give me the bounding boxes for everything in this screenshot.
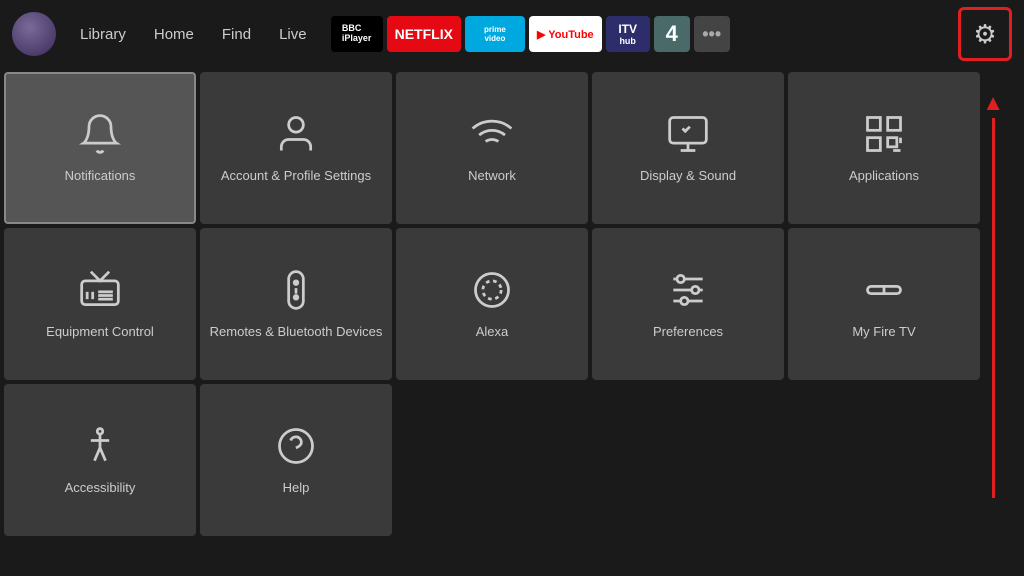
tile-remotes-bluetooth[interactable]: Remotes & Bluetooth Devices bbox=[200, 228, 392, 380]
nav-home[interactable]: Home bbox=[142, 20, 206, 49]
tile-notifications-label: Notifications bbox=[65, 168, 136, 185]
nav-live[interactable]: Live bbox=[267, 20, 319, 49]
app-more[interactable]: ••• bbox=[694, 16, 730, 52]
nav-links: Library Home Find Live bbox=[68, 20, 319, 49]
avatar[interactable] bbox=[12, 12, 56, 56]
tile-help-label: Help bbox=[283, 480, 310, 497]
tile-equipment-label: Equipment Control bbox=[46, 324, 154, 341]
tile-help[interactable]: Help bbox=[200, 384, 392, 536]
nav-apps: BBCiPlayer NETFLIX primevideo ▶ YouTube … bbox=[331, 16, 950, 52]
tile-applications-label: Applications bbox=[849, 168, 919, 185]
settings-button[interactable]: ⚙ bbox=[958, 7, 1012, 61]
wifi-icon bbox=[470, 112, 514, 156]
tile-my-fire-tv[interactable]: My Fire TV bbox=[788, 228, 980, 380]
tile-network[interactable]: Network bbox=[396, 72, 588, 224]
arrow-up-icon: ▲ bbox=[982, 90, 1004, 116]
app-youtube[interactable]: ▶ YouTube bbox=[529, 16, 602, 52]
tile-preferences[interactable]: Preferences bbox=[592, 228, 784, 380]
apps-icon bbox=[862, 112, 906, 156]
remote-icon bbox=[274, 268, 318, 312]
tile-remotes-label: Remotes & Bluetooth Devices bbox=[210, 324, 383, 341]
gear-icon: ⚙ bbox=[973, 19, 996, 50]
app-bbc[interactable]: BBCiPlayer bbox=[331, 16, 383, 52]
tile-notifications[interactable]: Notifications bbox=[4, 72, 196, 224]
display-icon bbox=[666, 112, 710, 156]
tile-display-sound[interactable]: Display & Sound bbox=[592, 72, 784, 224]
person-icon bbox=[274, 112, 318, 156]
tile-network-label: Network bbox=[468, 168, 516, 185]
sliders-icon bbox=[666, 268, 710, 312]
settings-grid: Notifications Account & Profile Settings… bbox=[0, 68, 980, 540]
app-prime[interactable]: primevideo bbox=[465, 16, 525, 52]
tile-preferences-label: Preferences bbox=[653, 324, 723, 341]
scroll-indicator: ▲ bbox=[982, 90, 1004, 498]
tile-accessibility[interactable]: Accessibility bbox=[4, 384, 196, 536]
nav-library[interactable]: Library bbox=[68, 20, 138, 49]
tile-display-label: Display & Sound bbox=[640, 168, 736, 185]
app-netflix[interactable]: NETFLIX bbox=[387, 16, 461, 52]
nav-find[interactable]: Find bbox=[210, 20, 263, 49]
tile-account-profile[interactable]: Account & Profile Settings bbox=[200, 72, 392, 224]
app-itv[interactable]: ITVhub bbox=[606, 16, 650, 52]
tile-applications[interactable]: Applications bbox=[788, 72, 980, 224]
tile-alexa-label: Alexa bbox=[476, 324, 509, 341]
bell-icon bbox=[78, 112, 122, 156]
tile-firetv-label: My Fire TV bbox=[852, 324, 915, 341]
tile-accessibility-label: Accessibility bbox=[65, 480, 136, 497]
top-nav: Library Home Find Live BBCiPlayer NETFLI… bbox=[0, 0, 1024, 68]
accessibility-icon bbox=[78, 424, 122, 468]
alexa-icon bbox=[470, 268, 514, 312]
tile-equipment-control[interactable]: Equipment Control bbox=[4, 228, 196, 380]
tv-icon bbox=[78, 268, 122, 312]
help-icon bbox=[274, 424, 318, 468]
tile-alexa[interactable]: Alexa bbox=[396, 228, 588, 380]
firetv-icon bbox=[862, 268, 906, 312]
app-channel4[interactable]: 4 bbox=[654, 16, 690, 52]
tile-account-label: Account & Profile Settings bbox=[221, 168, 371, 185]
